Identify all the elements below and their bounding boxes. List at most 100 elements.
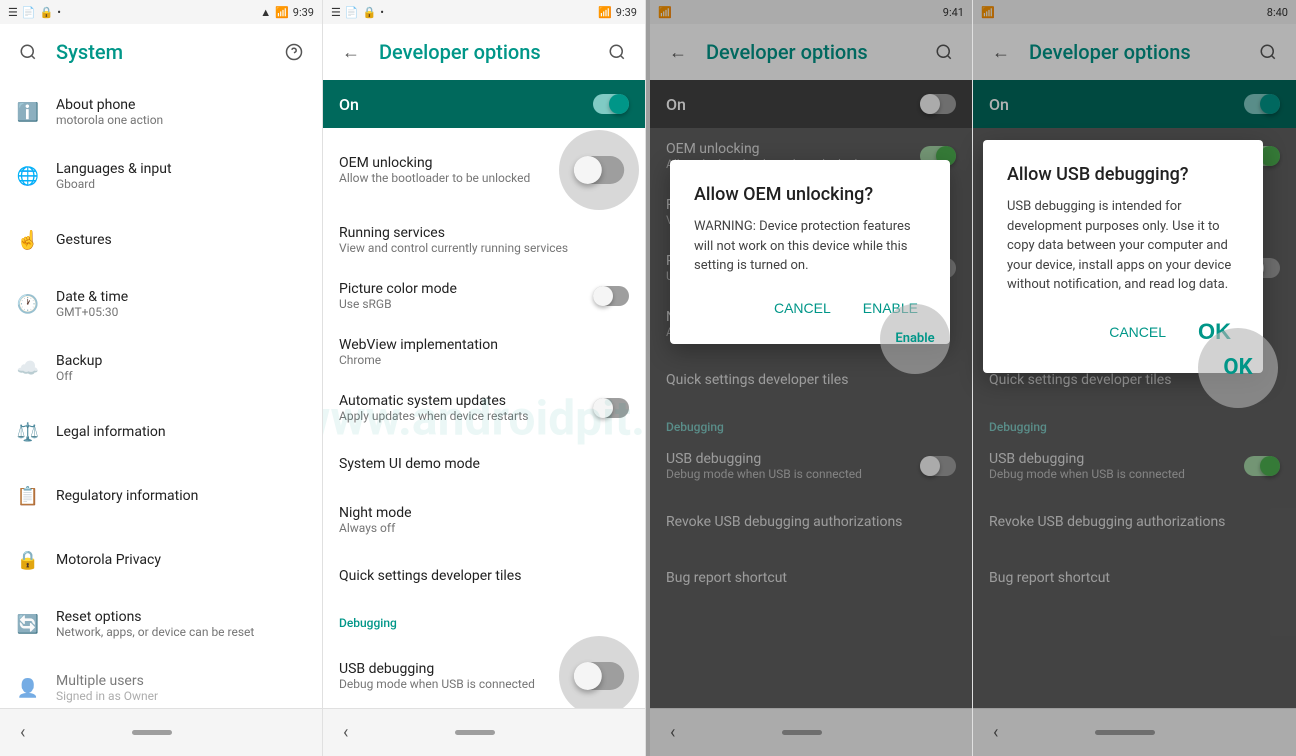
back-btn-r1[interactable]: ‹ — [670, 722, 675, 743]
usb-dialog-title: Allow USB debugging? — [1007, 164, 1239, 185]
auto-updates-toggle[interactable] — [593, 398, 629, 418]
users-label: Multiple users — [56, 673, 306, 689]
sidebar-item-gestures[interactable]: ☝️ Gestures — [0, 208, 322, 272]
status-icons-left: ☰ 📄 🔒 • — [8, 6, 61, 19]
zoom-circle-enable: Enable — [880, 304, 950, 374]
legal-icon: ⚖️ — [16, 420, 40, 444]
oem-dialog: Allow OEM unlocking? WARNING: Device pro… — [670, 160, 952, 344]
topbar-left: System — [0, 24, 322, 80]
time-left: 9:39 — [293, 6, 314, 19]
title-r2: Developer options — [1029, 40, 1240, 64]
on-row-r1[interactable]: On — [650, 80, 972, 128]
back-icon-r1[interactable]: ← — [666, 40, 690, 64]
usb-toggle-r2[interactable] — [1244, 456, 1280, 476]
usb-toggle-r1[interactable] — [920, 456, 956, 476]
regulatory-label: Regulatory information — [56, 488, 306, 504]
reset-sub: Network, apps, or device can be reset — [56, 625, 306, 639]
zoom-circle-oem — [559, 130, 639, 210]
picture-toggle[interactable] — [593, 286, 629, 306]
on-toggle-middle[interactable] — [593, 94, 629, 114]
oem-unlock-row[interactable]: OEM unlocking Allow the bootloader to be… — [323, 128, 645, 212]
webview-row[interactable]: WebView implementation Chrome — [323, 324, 645, 380]
running-services-row[interactable]: Running services View and control curren… — [323, 212, 645, 268]
usb-row-r1[interactable]: USB debugging Debug mode when USB is con… — [650, 438, 972, 494]
oem-dialog-box: Allow OEM unlocking? WARNING: Device pro… — [670, 160, 950, 344]
picture-color-row[interactable]: Picture color mode Use sRGB — [323, 268, 645, 324]
sidebar-item-privacy[interactable]: 🔒 Motorola Privacy — [0, 528, 322, 592]
on-toggle-r1[interactable] — [920, 94, 956, 114]
users-sub: Signed in as Owner — [56, 689, 306, 703]
bug-row-r2[interactable]: Bug report shortcut — [973, 550, 1296, 606]
home-btn-r2[interactable] — [1095, 730, 1155, 735]
privacy-label: Motorola Privacy — [56, 552, 306, 568]
bottom-nav-left: ‹ — [0, 708, 322, 756]
usb-row-r2[interactable]: USB debugging Debug mode when USB is con… — [973, 438, 1296, 494]
search-icon-left[interactable] — [16, 40, 40, 64]
zoom-circle-ok: OK — [1198, 328, 1278, 408]
topbar-icons-left — [282, 40, 306, 64]
revoke-row-r1[interactable]: Revoke USB debugging authorizations — [650, 494, 972, 550]
usb-cancel-btn[interactable]: Cancel — [1101, 315, 1174, 349]
zoom-circle-usb — [559, 636, 639, 708]
sidebar-item-reset[interactable]: 🔄 Reset options Network, apps, or device… — [0, 592, 322, 656]
debug-section-r2: Debugging — [973, 408, 1296, 438]
ui-demo-row[interactable]: System UI demo mode — [323, 436, 645, 492]
help-icon-left[interactable] — [282, 40, 306, 64]
gestures-icon: ☝️ — [16, 228, 40, 252]
back-icon-middle[interactable]: ← — [339, 40, 363, 64]
sidebar-item-legal[interactable]: ⚖️ Legal information — [0, 400, 322, 464]
gestures-label: Gestures — [56, 232, 306, 248]
languages-label: Languages & input — [56, 161, 306, 177]
right-panel-2: 📶 8:40 ← Developer options On OEM unlock… — [973, 0, 1296, 756]
search-icon-r1[interactable] — [932, 40, 956, 64]
usb-debug-row[interactable]: USB debugging Debug mode when USB is con… — [323, 634, 645, 708]
sidebar-item-datetime[interactable]: 🕐 Date & time GMT+05:30 — [0, 272, 322, 336]
bug-row-r1[interactable]: Bug report shortcut — [650, 550, 972, 606]
search-icon-middle[interactable] — [605, 40, 629, 64]
home-btn-left[interactable] — [132, 730, 172, 735]
oem-toggle[interactable] — [574, 156, 624, 184]
status-bar-middle: ☰ 📄 🔒 • 📶 9:39 — [323, 0, 645, 24]
sidebar-item-regulatory[interactable]: 📋 Regulatory information — [0, 464, 322, 528]
sidebar-item-about[interactable]: ℹ️ About phone motorola one action — [0, 80, 322, 144]
regulatory-icon: 📋 — [16, 484, 40, 508]
home-btn-r1[interactable] — [782, 730, 822, 735]
backup-icon: ☁️ — [16, 356, 40, 380]
oem-cancel-btn[interactable]: Cancel — [766, 296, 839, 320]
sidebar-item-backup[interactable]: ☁️ Backup Off — [0, 336, 322, 400]
on-row-middle[interactable]: On — [323, 80, 645, 128]
privacy-icon: 🔒 — [16, 548, 40, 572]
settings-list-middle: OEM unlocking Allow the bootloader to be… — [323, 128, 645, 708]
users-icon: 👤 — [16, 676, 40, 700]
middle-panel: ☰ 📄 🔒 • 📶 9:39 ← Developer options On OE — [323, 0, 646, 756]
home-btn-middle[interactable] — [455, 730, 495, 735]
back-btn-left[interactable]: ‹ — [20, 722, 25, 743]
search-icon-r2[interactable] — [1256, 40, 1280, 64]
time-r2: 8:40 — [1267, 6, 1288, 19]
quick-settings-row[interactable]: Quick settings developer tiles — [323, 548, 645, 604]
sidebar-item-users[interactable]: 👤 Multiple users Signed in as Owner — [0, 656, 322, 708]
oem-label: OEM unlocking — [339, 155, 537, 171]
reset-label: Reset options — [56, 609, 306, 625]
debugging-section: Debugging — [323, 604, 645, 634]
bottom-nav-r2: ‹ — [973, 708, 1296, 756]
title-r1: Developer options — [706, 40, 916, 64]
languages-icon: 🌐 — [16, 164, 40, 188]
on-row-r2[interactable]: On — [973, 80, 1296, 128]
on-toggle-r2[interactable] — [1244, 94, 1280, 114]
oem-dialog-body: WARNING: Device protection features will… — [694, 217, 926, 276]
status-right-left: ▲ 📶 9:39 — [260, 6, 314, 19]
title-middle: Developer options — [379, 40, 589, 64]
auto-updates-row[interactable]: Automatic system updates Apply updates w… — [323, 380, 645, 436]
about-icon: ℹ️ — [16, 100, 40, 124]
night-mode-row[interactable]: Night mode Always off — [323, 492, 645, 548]
back-icon-r2[interactable]: ← — [989, 40, 1013, 64]
datetime-label: Date & time — [56, 289, 306, 305]
sidebar-item-languages[interactable]: 🌐 Languages & input Gboard — [0, 144, 322, 208]
on-label-r1: On — [666, 95, 920, 114]
back-btn-middle[interactable]: ‹ — [343, 722, 348, 743]
back-btn-r2[interactable]: ‹ — [993, 722, 998, 743]
revoke-row-r2[interactable]: Revoke USB debugging authorizations — [973, 494, 1296, 550]
usb-toggle[interactable] — [574, 662, 624, 690]
bottom-nav-r1: ‹ — [650, 708, 972, 756]
